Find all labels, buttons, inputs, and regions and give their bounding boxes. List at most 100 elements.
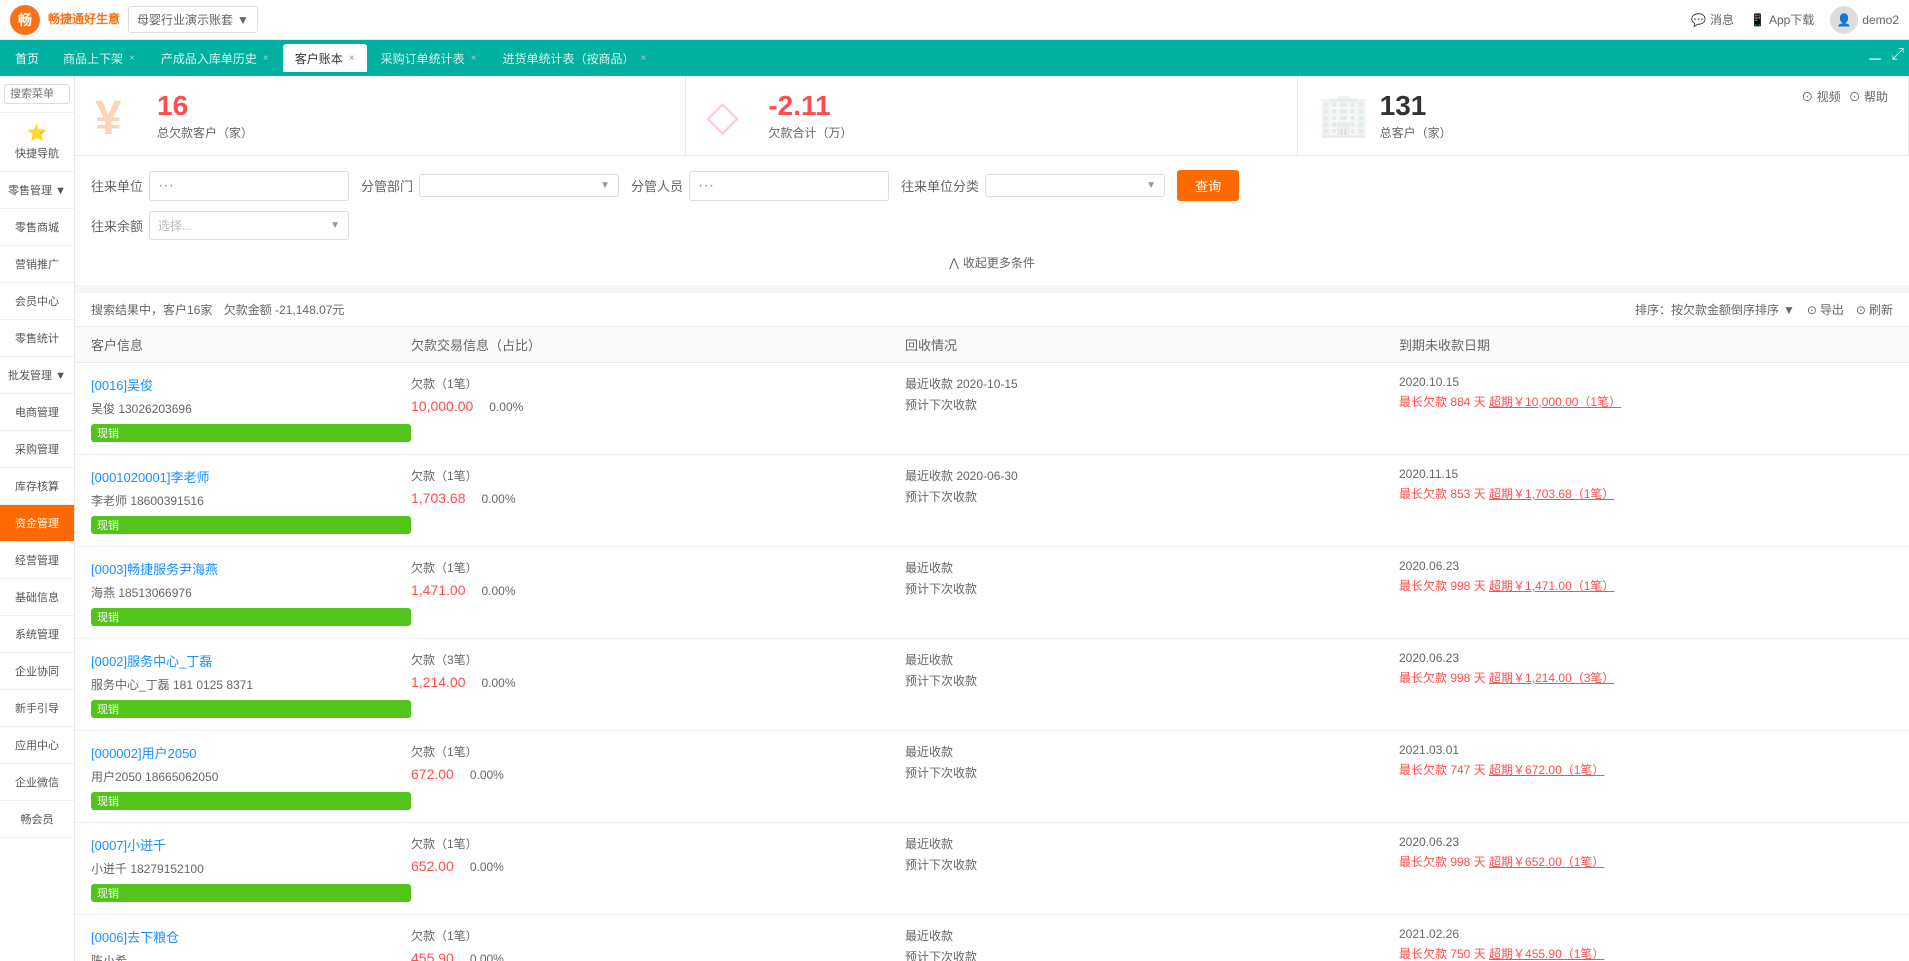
sort-selector[interactable]: 排序：按欠款金额倒序排序 ▼ <box>1635 301 1795 318</box>
debt-total-label: 欠款合计（万） <box>768 124 1276 141</box>
message-icon: 💬 <box>1691 13 1706 27</box>
overdue-amount-6[interactable]: 超期￥455.90（1笔） <box>1489 947 1604 961</box>
sidebar-item-operations[interactable]: 经营管理 <box>0 542 74 579</box>
tab-customer-close[interactable]: × <box>349 53 355 64</box>
refresh-button[interactable]: ⊙ 刷新 <box>1856 301 1893 318</box>
tab-production-close[interactable]: × <box>263 53 269 64</box>
customer-name-1[interactable]: [0001020001]李老师 <box>91 467 411 486</box>
export-button[interactable]: ⊙ 导出 <box>1807 301 1844 318</box>
sidebar: ⭐ 快捷导航 零售管理 ▼ 零售商城 营销推广 会员中心 零售统计 批发管理 ▼… <box>0 76 75 961</box>
search-button[interactable]: 查询 <box>1177 170 1239 201</box>
app-name: 畅捷通好生意 <box>48 12 120 26</box>
tab-customer-account[interactable]: 客户账本 × <box>283 44 367 72</box>
filter-person-input[interactable]: ··· <box>689 171 889 201</box>
sidebar-item-guide[interactable]: 新手引导 <box>0 690 74 727</box>
recovery-cell-1: 最近收款 2020-06-30 预计下次收款 <box>905 467 1399 505</box>
sidebar-item-member[interactable]: 会员中心 <box>0 283 74 320</box>
customer-name-5[interactable]: [0007]小迸千 <box>91 835 411 854</box>
store-name: 母婴行业演示账套 <box>137 11 233 28</box>
sidebar-item-quick-nav[interactable]: ⭐ 快捷导航 <box>0 113 74 172</box>
ecommerce-label: 电商管理 <box>4 404 70 420</box>
filter-unit-input[interactable]: ··· <box>149 171 349 201</box>
sidebar-item-system[interactable]: 系统管理 <box>0 616 74 653</box>
filter-unit-label: 往来单位 <box>91 176 143 195</box>
debt-count-1: 欠款（1笔） <box>411 467 905 484</box>
overdue-amount-1[interactable]: 超期￥1,703.68（1笔） <box>1489 487 1614 501</box>
overdue-days-3: 最长欠款 998 天 超期￥1,214.00（3笔） <box>1399 669 1893 686</box>
debt-amount-6: 455.90 <box>411 950 454 961</box>
logo-area: 畅 畅捷通好生意 母婴行业演示账套 ▼ <box>10 5 258 35</box>
user-avatar-button[interactable]: 👤 demo2 <box>1830 6 1899 34</box>
customer-name-3[interactable]: [0002]服务中心_丁磊 <box>91 651 411 670</box>
video-action[interactable]: ⊙ 视频 <box>1801 88 1840 105</box>
overdue-amount-2[interactable]: 超期￥1,471.00（1笔） <box>1489 579 1614 593</box>
filter-balance-label: 往来余额 <box>91 216 143 235</box>
tab-purchase-order[interactable]: 采购订单统计表 × <box>369 44 489 72</box>
tab-goods-close[interactable]: × <box>129 53 135 64</box>
store-selector[interactable]: 母婴行业演示账套 ▼ <box>128 6 258 33</box>
due-cell-4: 2021.03.01 最长欠款 747 天 超期￥672.00（1笔） <box>1399 743 1893 778</box>
customer-name-6[interactable]: [0006]去下粮仓 <box>91 927 411 946</box>
filter-balance-select[interactable]: 选择... ▼ <box>149 211 349 240</box>
customer-name-2[interactable]: [0003]畅捷服务尹海燕 <box>91 559 411 578</box>
sidebar-item-retail-mgmt[interactable]: 零售管理 ▼ <box>0 172 74 209</box>
sidebar-item-retail-shop[interactable]: 零售商城 <box>0 209 74 246</box>
filter-unit-dots: ··· <box>158 177 174 195</box>
window-expand-icon[interactable]: ⤢ <box>1891 46 1904 70</box>
return-date-0: 最近收款 2020-10-15 <box>905 375 1399 392</box>
sidebar-item-basic-info[interactable]: 基础信息 <box>0 579 74 616</box>
sidebar-item-member2[interactable]: 畅会员 <box>0 801 74 838</box>
debt-amount-1: 1,703.68 <box>411 490 466 506</box>
tab-purchase-close[interactable]: × <box>471 53 477 64</box>
customer-phone-4: 用户2050 18665062050 <box>91 768 411 785</box>
sidebar-item-finance[interactable]: 资金管理 <box>0 505 74 542</box>
sidebar-item-ecommerce[interactable]: 电商管理 <box>0 394 74 431</box>
overdue-amount-3[interactable]: 超期￥1,214.00（3笔） <box>1489 671 1614 685</box>
sidebar-item-wechat[interactable]: 企业微信 <box>0 764 74 801</box>
sidebar-item-apps[interactable]: 应用中心 <box>0 727 74 764</box>
tab-goods[interactable]: 商品上下架 × <box>51 44 147 72</box>
member-label: 会员中心 <box>4 293 70 309</box>
sidebar-item-marketing[interactable]: 营销推广 <box>0 246 74 283</box>
collapse-button[interactable]: ⋀ 收起更多条件 <box>91 250 1893 275</box>
sidebar-item-inventory[interactable]: 库存核算 <box>0 468 74 505</box>
stat-total-info: 131 总客户（家） <box>1380 90 1790 141</box>
tab-home[interactable]: 首页 <box>5 44 49 72</box>
tab-production[interactable]: 产成品入库单历史 × <box>149 44 281 72</box>
due-date-4: 2021.03.01 <box>1399 743 1893 757</box>
tab-import-close[interactable]: × <box>640 53 646 64</box>
return-next-1: 预计下次收款 <box>905 488 1399 505</box>
app-download-button[interactable]: 📱 App下载 <box>1750 11 1814 28</box>
customer-name-4[interactable]: [000002]用户2050 <box>91 743 411 762</box>
filter-row-2: 往来余额 选择... ▼ <box>91 211 1893 240</box>
overdue-amount-5[interactable]: 超期￥652.00（1笔） <box>1489 855 1604 869</box>
window-minimize-icon[interactable]: － <box>1867 46 1883 70</box>
debt-count-6: 欠款（1笔） <box>411 927 905 944</box>
finance-label: 资金管理 <box>4 515 70 531</box>
table-row: [0007]小迸千 小迸千 18279152100 现销 欠款（1笔） 652.… <box>75 823 1909 915</box>
filter-balance-value: 选择... <box>158 217 192 234</box>
help-action[interactable]: ⊙ 帮助 <box>1849 88 1888 105</box>
total-customers-number: 131 <box>1380 90 1790 122</box>
tab-bar: 首页 商品上下架 × 产成品入库单历史 × 客户账本 × 采购订单统计表 × 进… <box>0 40 1909 76</box>
debt-count-2: 欠款（1笔） <box>411 559 905 576</box>
filter-person-dots: ··· <box>698 177 714 195</box>
overdue-amount-0[interactable]: 超期￥10,000.00（1笔） <box>1489 395 1621 409</box>
recovery-cell-6: 最近收款 预计下次收款 <box>905 927 1399 961</box>
sidebar-item-purchase[interactable]: 采购管理 <box>0 431 74 468</box>
message-button[interactable]: 💬 消息 <box>1691 11 1734 28</box>
sidebar-item-enterprise[interactable]: 企业协同 <box>0 653 74 690</box>
sidebar-item-wholesale[interactable]: 批发管理 ▼ <box>0 357 74 394</box>
filter-dept-select[interactable]: ▼ <box>419 174 619 197</box>
tab-import-stats[interactable]: 进货单统计表（按商品） × <box>490 44 658 72</box>
filter-category-select[interactable]: ▼ <box>985 174 1165 197</box>
customer-name-0[interactable]: [0016]吴俊 <box>91 375 411 394</box>
debt-cell-3: 欠款（3笔） 1,214.00 0.00% <box>411 651 905 690</box>
store-dropdown-icon: ▼ <box>237 13 249 27</box>
sidebar-item-retail-stats[interactable]: 零售统计 <box>0 320 74 357</box>
overdue-amount-4[interactable]: 超期￥672.00（1笔） <box>1489 763 1604 777</box>
recovery-cell-4: 最近收款 预计下次收款 <box>905 743 1399 781</box>
search-input[interactable] <box>4 84 70 104</box>
overdue-days-text-6: 最长欠款 750 天 <box>1399 947 1486 961</box>
inventory-label: 库存核算 <box>4 478 70 494</box>
